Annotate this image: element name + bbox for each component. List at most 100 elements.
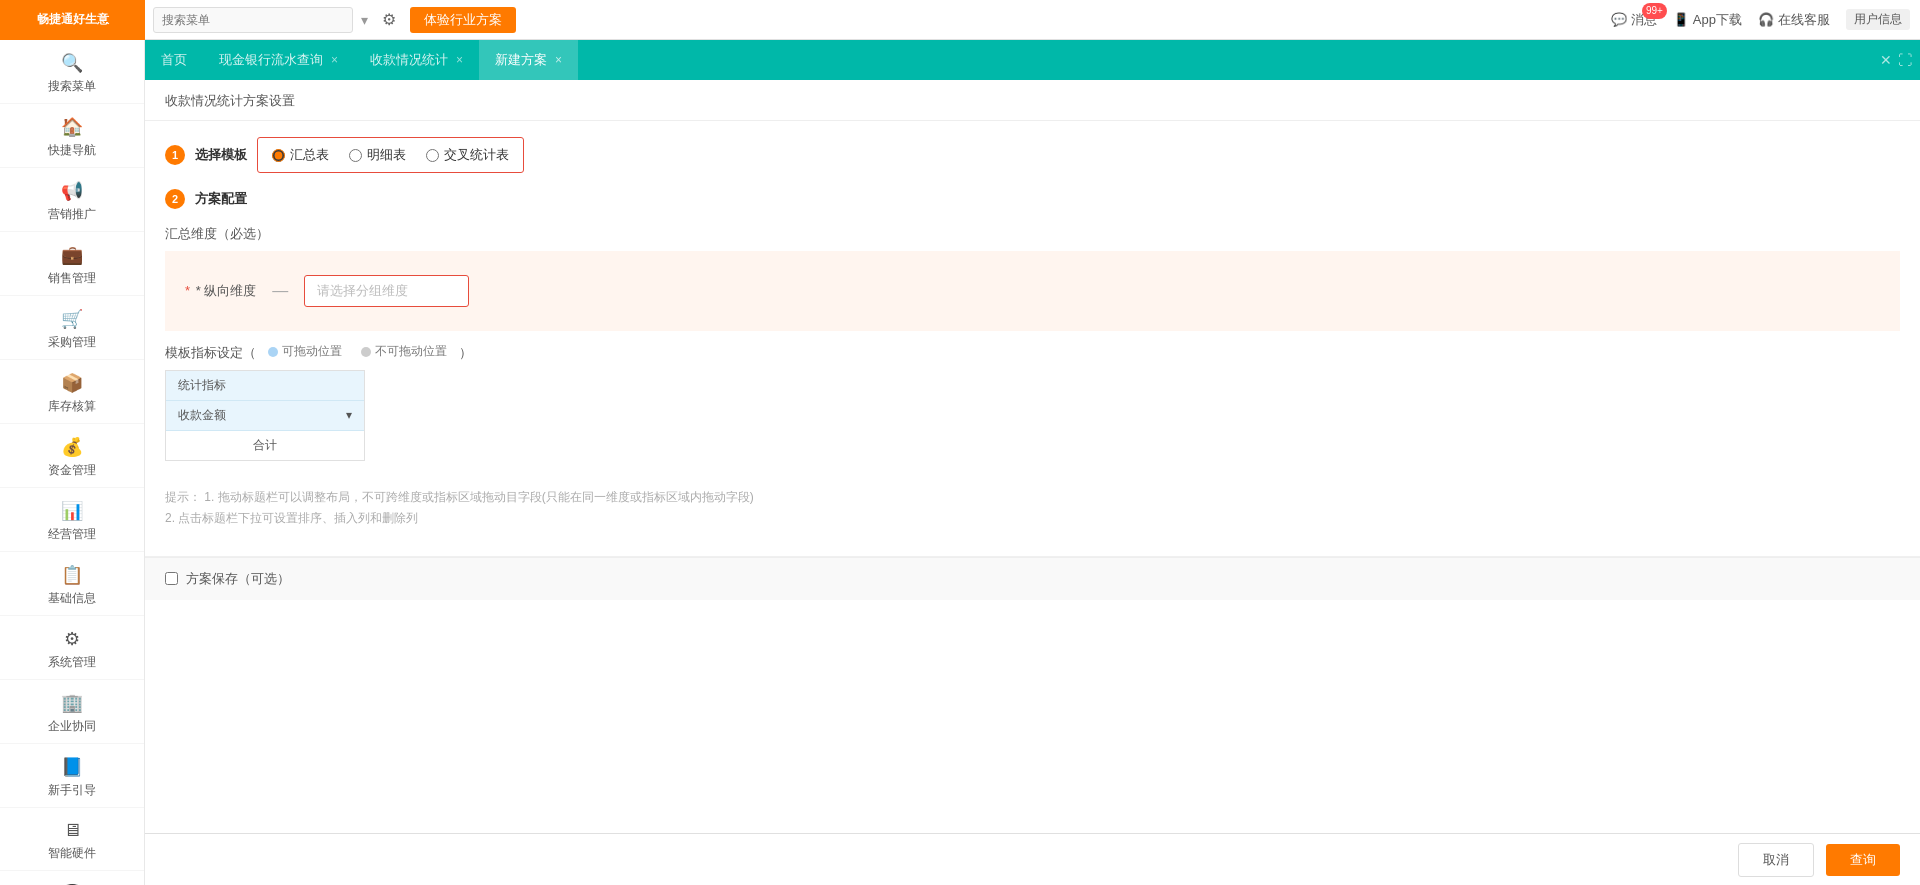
sidebar-icon-10: 🏢: [61, 692, 83, 714]
radio-summary-input[interactable]: [272, 149, 285, 162]
immovable-dot: [361, 347, 371, 357]
radio-cross[interactable]: 交叉统计表: [426, 146, 509, 164]
sidebar-item-1[interactable]: 🏠快捷导航: [0, 104, 144, 168]
query-button[interactable]: 查询: [1826, 844, 1900, 876]
header-right: 💬 消息 99+ 📱 App下载 🎧 在线客服 用户信息: [1611, 9, 1910, 30]
sidebar-item-4[interactable]: 🛒 采购管理: [0, 296, 144, 360]
close-tab-3[interactable]: ×: [555, 53, 562, 67]
save-row: 方案保存（可选）: [145, 557, 1920, 600]
tab-2[interactable]: 收款情况统计 ×: [354, 40, 479, 80]
search-dropdown-btn[interactable]: ▾: [361, 7, 368, 33]
sidebar-icon-12: 🖥: [63, 820, 81, 841]
step2-row: 2 方案配置: [165, 189, 1900, 209]
dim-select-box[interactable]: 请选择分组维度: [304, 275, 469, 307]
message-button[interactable]: 💬 消息 99+: [1611, 11, 1657, 29]
online-service-button[interactable]: 🎧 在线客服: [1758, 11, 1830, 29]
sidebar-item-10[interactable]: 🏢企业协同: [0, 680, 144, 744]
form-content: 1 选择模板 汇总表 明细表: [145, 121, 1920, 556]
sidebar-icon-0: 🔍: [61, 52, 83, 74]
sidebar-label-4: 采购管理: [48, 334, 96, 351]
radio-cross-label: 交叉统计表: [444, 146, 509, 164]
trial-button[interactable]: 体验行业方案: [410, 7, 516, 33]
amount-label: 收款金额: [178, 407, 226, 424]
radio-cross-input[interactable]: [426, 149, 439, 162]
radio-detail-input[interactable]: [349, 149, 362, 162]
hint-0: 提示： 1. 拖动标题栏可以调整布局，不可跨维度或指标区域拖动目字段(只能在同一…: [165, 487, 1900, 509]
stats-container: 统计指标 收款金额 ▾ 合计: [165, 370, 365, 461]
radio-detail-label: 明细表: [367, 146, 406, 164]
sidebar-label-3: 销售管理: [48, 270, 96, 287]
sidebar-item-12[interactable]: 🖥 智能硬件: [0, 808, 144, 871]
page-content: 收款情况统计方案设置 1 选择模板 汇总表: [145, 80, 1920, 833]
step2-section: 2 方案配置 汇总维度（必选） * * 纵向维度 —: [165, 189, 1900, 540]
save-row-label[interactable]: 方案保存（可选）: [186, 570, 290, 588]
sidebar-item-5[interactable]: 📦库存核算: [0, 360, 144, 424]
tab-1[interactable]: 现金银行流水查询×: [203, 40, 354, 80]
radio-detail[interactable]: 明细表: [349, 146, 406, 164]
section-header: 收款情况统计方案设置: [145, 80, 1920, 121]
maximize-icon[interactable]: ⛶: [1898, 52, 1912, 68]
tab-bar: 首页现金银行流水查询× 收款情况统计 × 新建方案 × ✕ ⛶: [145, 40, 1920, 80]
dim-select-placeholder: 请选择分组维度: [317, 283, 408, 298]
section-header-text: 收款情况统计方案设置: [165, 93, 295, 108]
sidebar-item-3[interactable]: 💼 销售管理: [0, 232, 144, 296]
sidebar-label-12: 智能硬件: [48, 845, 96, 862]
required-mark: *: [185, 283, 190, 298]
hint-1: 2. 点击标题栏下拉可设置排序、插入列和删除列: [165, 508, 1900, 530]
sidebar-icon-1: 🏠: [61, 116, 83, 138]
sidebar: 🔍搜索菜单🏠快捷导航 📢 营销推广 💼 销售管理 🛒 采购管理 📦库存核算💰资金管理📊经营管理…: [0, 40, 145, 885]
sidebar-icon-11: 📘: [61, 756, 83, 778]
tab-label-3: 新建方案: [495, 51, 547, 69]
sidebar-item-9[interactable]: ⚙系统管理: [0, 616, 144, 680]
vertical-dim-label: * * 纵向维度: [185, 282, 256, 300]
amount-dropdown-icon[interactable]: ▾: [346, 408, 352, 422]
close-window-icon[interactable]: ✕: [1880, 52, 1892, 68]
sidebar-icon-2: 📢: [61, 180, 83, 202]
tab-0[interactable]: 首页: [145, 40, 203, 80]
dim-arrow-icon: —: [272, 282, 288, 300]
logo-area: 畅捷通好生意: [0, 0, 145, 40]
user-info[interactable]: 用户信息: [1846, 9, 1910, 30]
close-tab-1[interactable]: ×: [331, 53, 338, 67]
step2-label: 方案配置: [195, 190, 247, 208]
step1-label: 选择模板: [195, 146, 247, 164]
footer-bar: 取消 查询: [145, 833, 1920, 885]
gear-icon[interactable]: ⚙: [376, 7, 402, 33]
app-download-label: App下载: [1693, 11, 1742, 29]
sidebar-icon-5: 📦: [61, 372, 83, 394]
movable-legend: 可拖动位置: [268, 343, 342, 360]
stats-subtotal: 合计: [166, 431, 364, 460]
sidebar-item-0[interactable]: 🔍搜索菜单: [0, 40, 144, 104]
metrics-header: 模板指标设定（ 可拖动位置 不可拖动位置 ）: [165, 343, 1900, 362]
sidebar-label-2: 营销推广: [48, 206, 96, 223]
stats-row-amount[interactable]: 收款金额 ▾: [166, 401, 364, 431]
service-icon: 🎧: [1758, 12, 1774, 27]
close-tab-2[interactable]: ×: [456, 53, 463, 67]
sidebar-label-9: 系统管理: [48, 654, 96, 671]
save-checkbox[interactable]: [165, 572, 178, 585]
cancel-button[interactable]: 取消: [1738, 843, 1814, 877]
main-container: 🔍搜索菜单🏠快捷导航 📢 营销推广 💼 销售管理 🛒 采购管理 📦库存核算💰资金管理📊经营管理…: [0, 40, 1920, 885]
movable-dot: [268, 347, 278, 357]
sidebar-item-6[interactable]: 💰资金管理: [0, 424, 144, 488]
logo-text: 畅捷通好生意: [37, 11, 109, 28]
sidebar-label-8: 基础信息: [48, 590, 96, 607]
sidebar-item-13[interactable]: 💬企业微信: [0, 871, 144, 885]
tab-3[interactable]: 新建方案 ×: [479, 40, 578, 80]
radio-summary[interactable]: 汇总表: [272, 146, 329, 164]
page-inner: 收款情况统计方案设置 1 选择模板 汇总表: [145, 80, 1920, 833]
sidebar-item-11[interactable]: 📘新手引导: [0, 744, 144, 808]
sidebar-icon-4: 🛒: [61, 308, 83, 330]
search-input[interactable]: [153, 7, 353, 33]
sidebar-label-7: 经营管理: [48, 526, 96, 543]
app-download-button[interactable]: 📱 App下载: [1673, 11, 1742, 29]
sidebar-item-2[interactable]: 📢 营销推广: [0, 168, 144, 232]
sidebar-item-7[interactable]: 📊经营管理: [0, 488, 144, 552]
tab-label-2: 收款情况统计: [370, 51, 448, 69]
app-download-icon: 📱: [1673, 12, 1689, 27]
content-area: 首页现金银行流水查询× 收款情况统计 × 新建方案 × ✕ ⛶ 收款情况统计方案设置 1…: [145, 40, 1920, 885]
sidebar-item-8[interactable]: 📋基础信息: [0, 552, 144, 616]
radio-summary-label: 汇总表: [290, 146, 329, 164]
sidebar-icon-3: 💼: [61, 244, 83, 266]
immovable-legend: 不可拖动位置: [361, 343, 447, 360]
